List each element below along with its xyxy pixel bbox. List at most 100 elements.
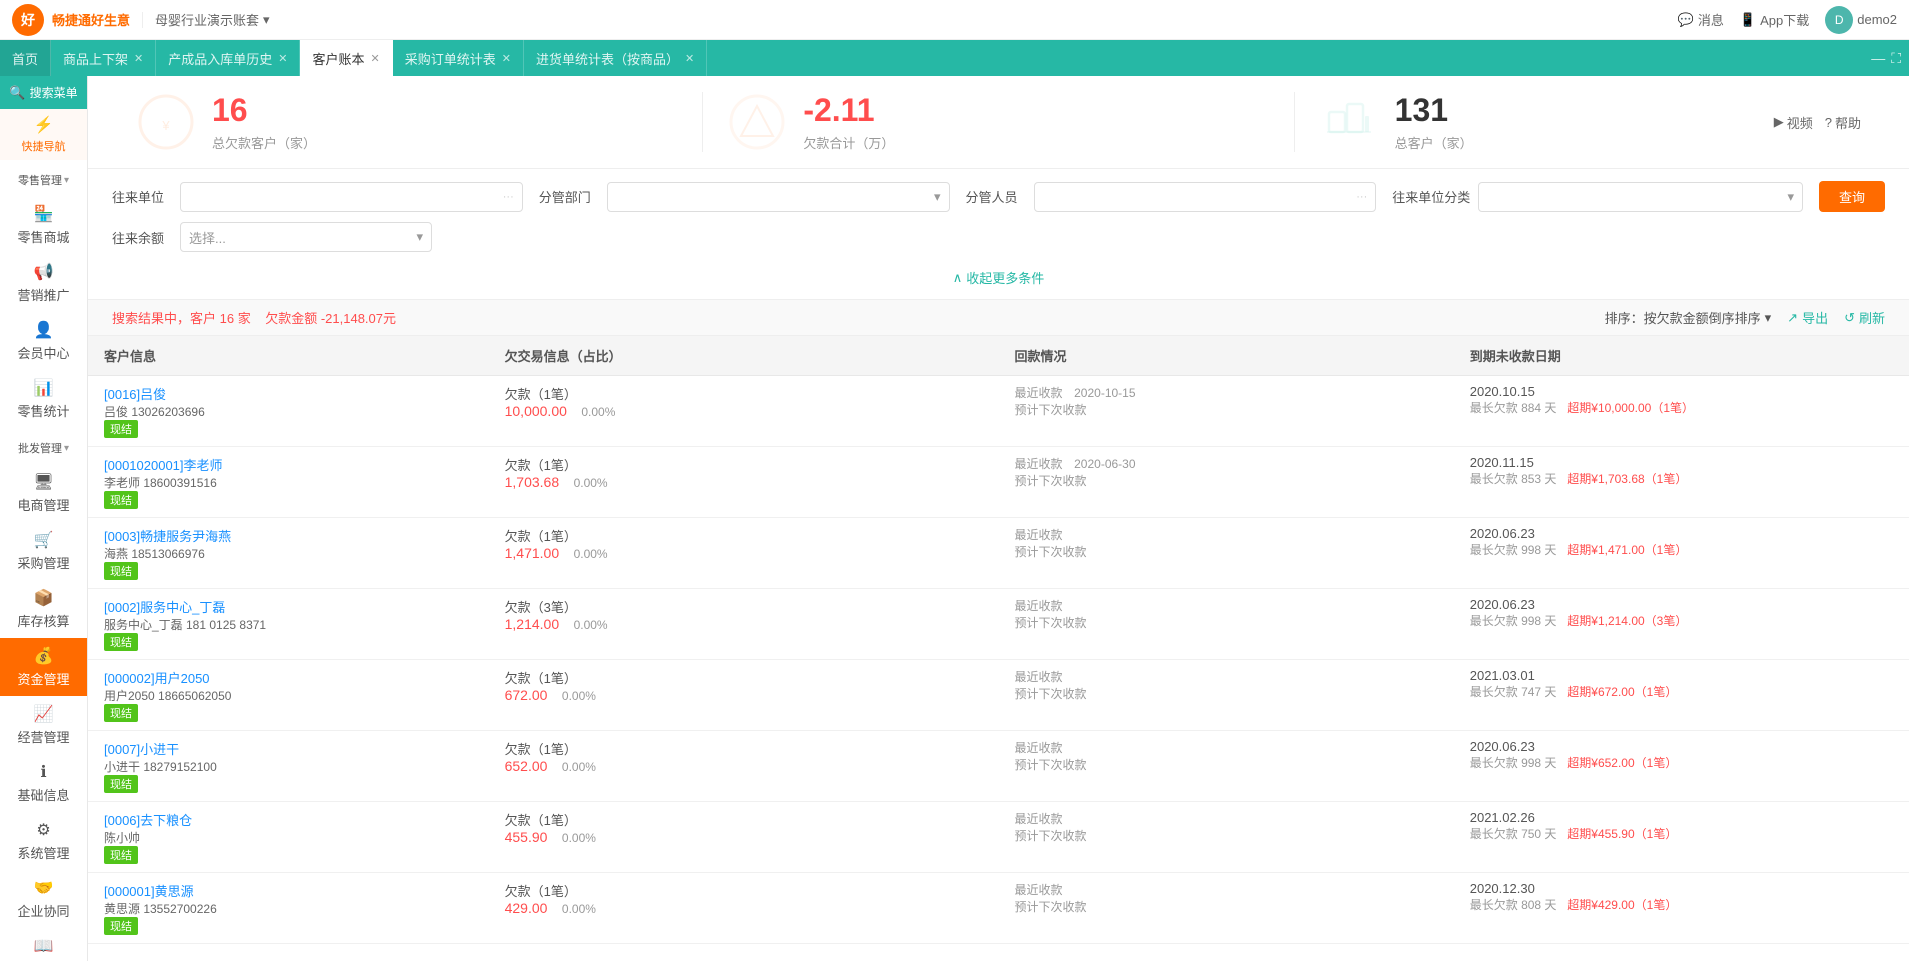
sidebar-item-finance[interactable]: 💰 资金管理 [0,638,87,696]
search-icon: 🔍 [9,85,25,101]
sidebar-item-inventory[interactable]: 📦 库存核算 [0,580,87,638]
overdue-link[interactable]: 超期¥652.00（1笔） [1567,756,1677,770]
customer-name[interactable]: [0001020001]李老师 [104,455,473,474]
collapse-filters-btn[interactable]: ∧ 收起更多条件 [112,262,1885,287]
debt-amount[interactable]: 672.00 [505,687,548,703]
overdue-link[interactable]: 超期¥1,471.00（1笔） [1567,543,1687,557]
debt-amount[interactable]: 1,214.00 [505,616,560,632]
next-payment-label: 预计下次收款 [1014,898,1437,915]
debt-amount[interactable]: 10,000.00 [505,403,567,419]
debt-amount[interactable]: 1,703.68 [505,474,560,490]
search-button[interactable]: 查询 [1819,181,1885,212]
filter-area: 往来单位 ··· 分管部门 ▾ 分管人员 ··· [88,169,1909,300]
overdue-link[interactable]: 超期¥1,703.68（1笔） [1567,472,1687,486]
tab-product-shelf[interactable]: 商品上下架 ✕ [51,40,156,76]
sidebar-item-wholesale-mgmt[interactable]: 批发管理 ▾ [0,432,87,464]
customer-cell: [0016]吕俊 吕俊 13026203696 现结 [88,376,489,447]
tab-close-icon[interactable]: ✕ [134,52,143,65]
sidebar-search[interactable]: 🔍 搜索菜单 [0,76,87,109]
recent-payment-label: 最近收款 [1014,528,1062,542]
debt-amount[interactable]: 652.00 [505,758,548,774]
customer-name[interactable]: [0003]畅捷服务尹海燕 [104,526,473,545]
customer-name[interactable]: [000001]黄思源 [104,881,473,900]
sidebar-quick-nav[interactable]: ⚡ 快捷导航 [0,109,87,160]
customer-cell: [000001]黄思源 黄思源 13552700226 现结 [88,873,489,944]
sidebar-item-operations[interactable]: 📈 经营管理 [0,696,87,754]
sidebar-item-system[interactable]: ⚙ 系统管理 [0,812,87,870]
table-row: [000001]黄思源 黄思源 13552700226 现结 欠款（1笔） 42… [88,873,1909,944]
table-row: [0016]吕俊 吕俊 13026203696 现结 欠款（1笔） 10,000… [88,376,1909,447]
dept-select[interactable]: ▾ [607,182,950,212]
company-selector[interactable]: 母婴行业演示账套 ▾ [155,10,270,29]
overdue-link[interactable]: 超期¥429.00（1笔） [1567,898,1677,912]
debt-amount[interactable]: 1,471.00 [505,545,560,561]
tab-close-icon[interactable]: ✕ [278,52,287,65]
customer-name[interactable]: [0016]吕俊 [104,384,473,403]
user-profile[interactable]: D demo2 [1825,6,1897,34]
stats-row: ¥ 16 总欠款客户（家） -2.11 欠款合计（万） [88,76,1909,169]
sidebar-item-retail-mgmt[interactable]: 零售管理 ▾ [0,164,87,196]
customer-name[interactable]: [0006]去下粮仓 [104,810,473,829]
overdue-link[interactable]: 超期¥455.90（1笔） [1567,827,1677,841]
sidebar-item-retail-stats[interactable]: 📊 零售统计 [0,370,87,428]
debt-total-info: -2.11 欠款合计（万） [803,92,894,152]
overdue-cell: 2020.10.15 最长欠款 884 天 超期¥10,000.00（1笔） [1454,376,1909,447]
sidebar-item-basic-info[interactable]: ℹ 基础信息 [0,754,87,812]
refresh-btn[interactable]: ↺ 刷新 [1844,308,1885,327]
customer-name[interactable]: [0002]服务中心_丁磊 [104,597,473,616]
tab-close-icon[interactable]: ✕ [685,52,694,65]
overdue-date: 2020.10.15 [1470,384,1893,399]
tab-home[interactable]: 首页 [0,40,51,76]
filter-from-unit: 往来单位 ··· [112,182,523,212]
customer-name[interactable]: [000002]用户2050 [104,668,473,687]
tab-stock-stats[interactable]: 进货单统计表（按商品） ✕ [524,40,707,76]
person-label: 分管人员 [966,187,1026,206]
stat-card-debtors: ¥ 16 总欠款客户（家） [112,92,703,152]
tab-purchase-stats[interactable]: 采购订单统计表 ✕ [393,40,524,76]
table-row: [0006]去下粮仓 陈小帅 现结 欠款（1笔） 455.90 0.00% 最近… [88,802,1909,873]
unit-class-select[interactable]: ▾ [1478,182,1803,212]
tab-close-icon[interactable]: ✕ [371,52,380,65]
customer-name[interactable]: [0007]小进干 [104,739,473,758]
help-btn[interactable]: ? 帮助 [1825,113,1861,132]
next-payment-label: 预计下次收款 [1014,685,1437,702]
overdue-days: 最长欠款 998 天 [1470,543,1557,557]
sidebar-item-member[interactable]: 👤 会员中心 [0,312,87,370]
sidebar-item-ecommerce[interactable]: 🖥 电商管理 [0,464,87,522]
recovery-cell: 最近收款 预计下次收款 [998,802,1453,873]
app-download-btn[interactable]: 📱 App下载 [1740,10,1809,29]
debt-count: 欠款（1笔） [505,739,983,758]
debt-pct: 0.00% [562,902,596,916]
next-payment-label: 预计下次收款 [1014,756,1437,773]
debt-cell: 欠款（1笔） 652.00 0.00% [489,731,999,802]
balance-select[interactable]: 选择... ▾ [180,222,432,252]
tab-maximize-icon[interactable]: ⛶ [1891,50,1901,67]
sidebar-item-collab[interactable]: 🤝 企业协同 [0,870,87,928]
export-btn[interactable]: ↗ 导出 [1787,308,1828,327]
debt-amount[interactable]: 429.00 [505,900,548,916]
debt-cell: 欠款（1笔） 455.90 0.00% [489,802,999,873]
overdue-link[interactable]: 超期¥672.00（1笔） [1567,685,1677,699]
sidebar-item-guide[interactable]: 📖 新手引导 [0,928,87,961]
sidebar-item-retail-mall[interactable]: 🏪 零售商城 [0,196,87,254]
debt-amount[interactable]: 455.90 [505,829,548,845]
overdue-days: 最长欠款 998 天 [1470,614,1557,628]
tab-stock-history[interactable]: 产成品入库单历史 ✕ [156,40,300,76]
svg-text:¥: ¥ [161,118,170,133]
tab-close-icon[interactable]: ✕ [502,52,511,65]
message-btn[interactable]: 💬 消息 [1678,10,1724,29]
overdue-link[interactable]: 超期¥1,214.00（3笔） [1567,614,1687,628]
person-input[interactable]: ··· [1034,182,1377,212]
overdue-link[interactable]: 超期¥10,000.00（1笔） [1567,401,1694,415]
debt-cell: 欠款（1笔） 10,000.00 0.00% [489,376,999,447]
sort-selector[interactable]: 排序：按欠款金额倒序排序 ▾ [1605,308,1772,327]
tab-minimize-icon[interactable]: — [1871,50,1885,66]
tab-customer-account[interactable]: 客户账本 ✕ [300,40,392,76]
from-unit-input[interactable]: ··· [180,182,523,212]
overdue-cell: 2020.06.23 最长欠款 998 天 超期¥1,214.00（3笔） [1454,589,1909,660]
overdue-days: 最长欠款 853 天 [1470,472,1557,486]
video-btn[interactable]: ▶ 视频 [1774,113,1813,132]
sidebar-item-marketing[interactable]: 📢 营销推广 [0,254,87,312]
customer-phone: 海燕 18513066976 [104,545,473,562]
sidebar-item-purchase[interactable]: 🛒 采购管理 [0,522,87,580]
